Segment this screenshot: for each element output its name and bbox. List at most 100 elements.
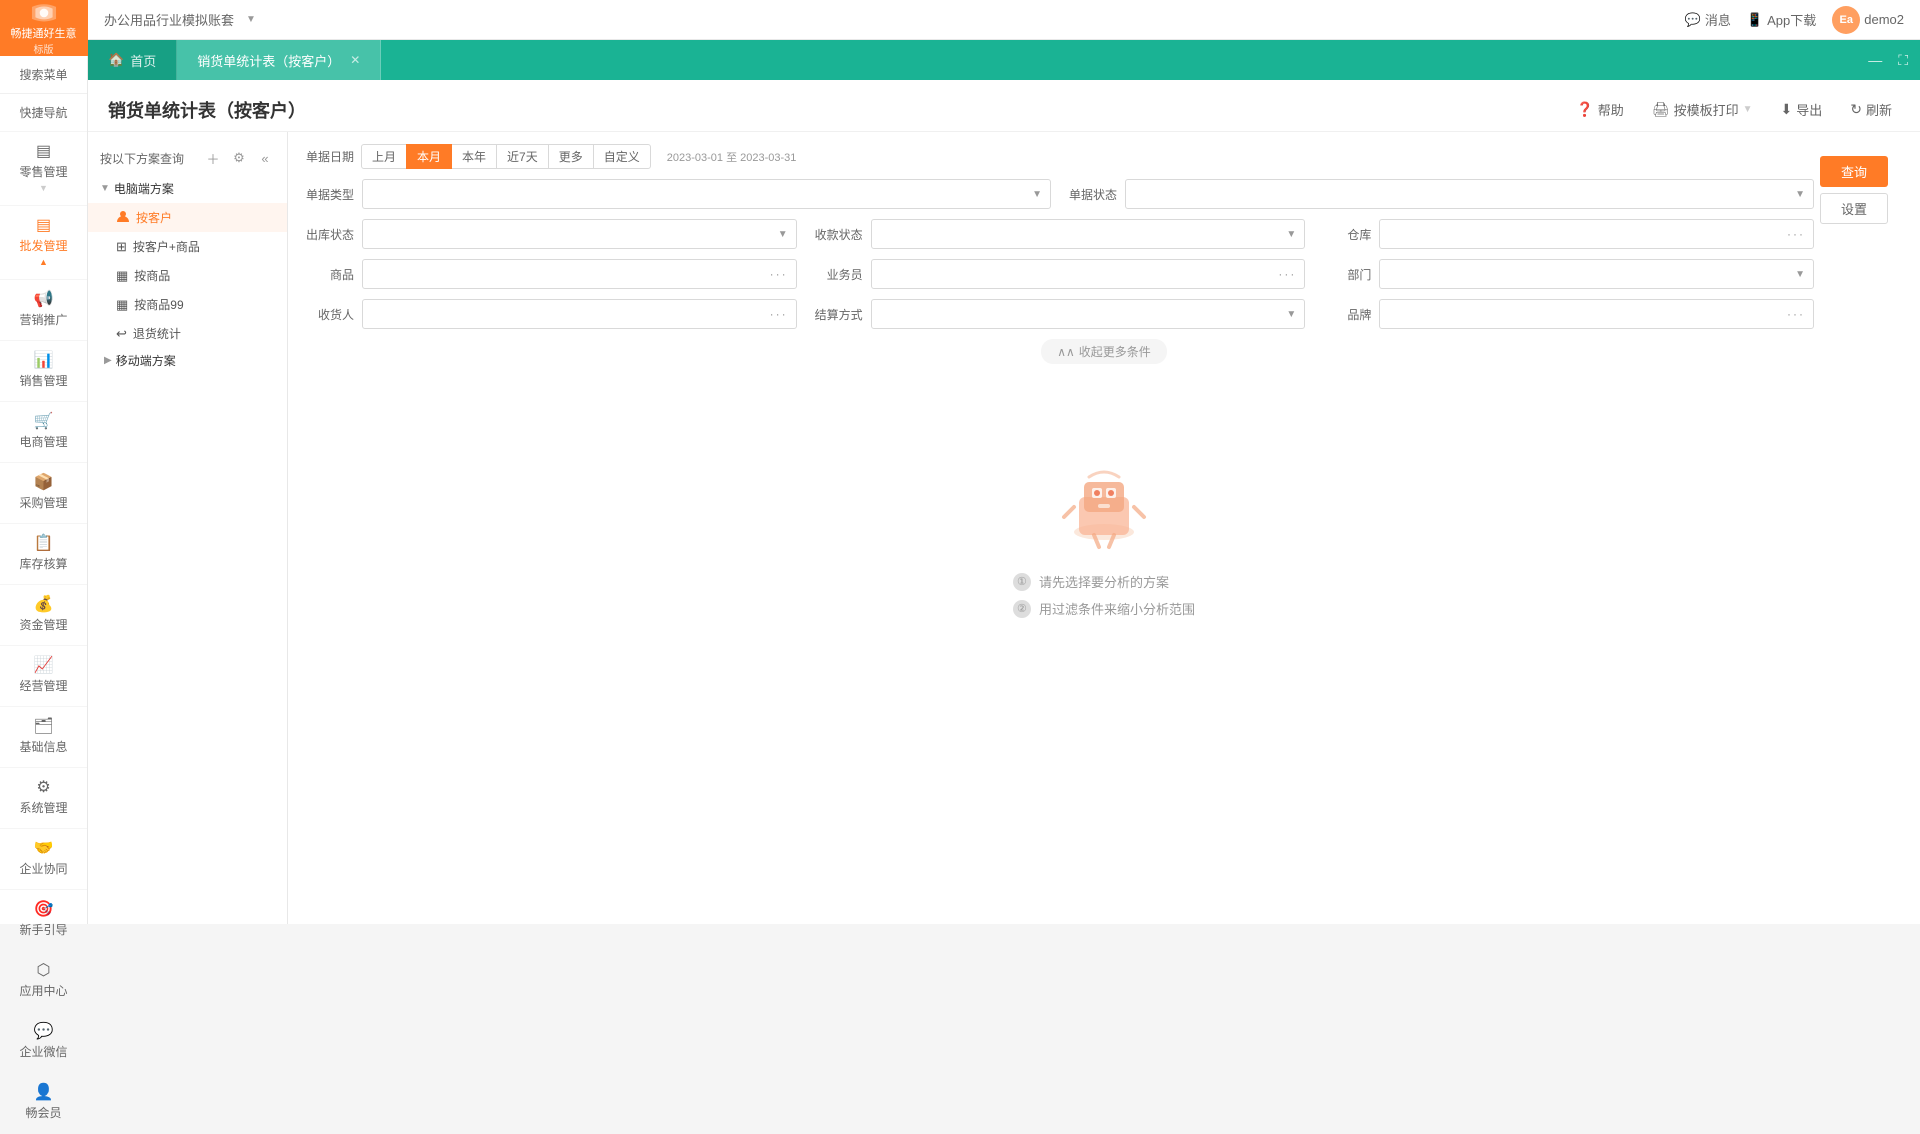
sidebar-item-retail[interactable]: ▤ 零售管理 ▼ [0, 132, 87, 206]
sidebar-item-inventory[interactable]: 📋 库存核算 [0, 524, 87, 585]
sidebar-item-basic[interactable]: 🗂 基础信息 [0, 707, 87, 768]
filter-label-receiver: 收货人 [304, 306, 354, 323]
sidebar-item-member[interactable]: 👤 畅会员 [0, 1073, 87, 1134]
date-filter-label: 单据日期 [304, 148, 354, 165]
sidebar-item-finance-label: 资金管理 [19, 616, 67, 633]
export-label: 导出 [1796, 100, 1822, 119]
scheme-item-by-product[interactable]: ▦ 按商品 [88, 261, 287, 290]
date-tab-custom[interactable]: 自定义 [593, 144, 651, 169]
refresh-btn[interactable]: ↻ 刷新 [1842, 96, 1900, 123]
sidebar-item-system[interactable]: ⚙ 系统管理 [0, 768, 87, 829]
filter-label-doc-status: 单据状态 [1067, 186, 1117, 203]
sidebar-item-purchase[interactable]: 📦 采购管理 [0, 463, 87, 524]
sidebar-item-wholesale-label: 批发管理 [19, 237, 67, 254]
sidebar-item-operations[interactable]: 📈 经营管理 [0, 646, 87, 707]
arrow-up-icon: ▲ [39, 257, 48, 267]
search-menu[interactable]: 搜索菜单 [0, 56, 87, 94]
sidebar-item-ecommerce[interactable]: 🛒 电商管理 [0, 402, 87, 463]
settings-button[interactable]: 设置 [1820, 193, 1888, 224]
filter-control-payment[interactable]: ▼ [871, 219, 1306, 249]
marketing-icon: 📢 [34, 292, 54, 308]
message-btn[interactable]: 💬 消息 [1685, 10, 1731, 29]
filter-row-1: 单据类型 ▼ 单据状态 ▼ [304, 179, 1814, 209]
receiver-dots: ··· [770, 307, 788, 321]
filter-control-settlement[interactable]: ▼ [871, 299, 1306, 329]
filter-label-department: 部门 [1321, 266, 1371, 283]
scheme-collapse-icon[interactable]: « [255, 148, 275, 168]
help-btn[interactable]: ❓ 帮助 [1568, 96, 1631, 123]
outbound-arrow: ▼ [778, 229, 788, 240]
sidebar-item-inventory-label: 库存核算 [19, 555, 67, 572]
guide-icon: 🎯 [34, 902, 54, 918]
filter-label-salesperson: 业务员 [813, 266, 863, 283]
sidebar-item-guide[interactable]: 🎯 新手引导 [0, 890, 87, 951]
action-buttons: 查询 设置 [1820, 156, 1888, 224]
sidebar-item-ecommerce-label: 电商管理 [19, 433, 67, 450]
filter-control-outbound[interactable]: ▼ [362, 219, 797, 249]
scheme-item-return-stats[interactable]: ↩ 退货统计 [88, 319, 287, 348]
inventory-icon: 📋 [34, 536, 54, 552]
category-expand-arrow: ▼ [100, 183, 110, 194]
scheme-item-product99-label: 按商品99 [134, 296, 183, 313]
tab-maximize-btn[interactable]: ⛶ [1894, 48, 1912, 73]
tab-bar-actions: — ⛶ [1864, 48, 1920, 73]
scheme-add-icon[interactable]: ＋ [203, 148, 223, 168]
product99-icon: ▦ [116, 297, 128, 313]
sidebar-item-appcenter-label: 应用中心 [19, 982, 67, 999]
scheme-category-mobile[interactable]: ▶ 移动端方案 [88, 348, 287, 373]
sidebar-item-marketing[interactable]: 📢 营销推广 [0, 280, 87, 341]
date-tab-last-month[interactable]: 上月 [361, 144, 407, 169]
tab-minimize-btn[interactable]: — [1864, 48, 1886, 72]
sidebar-item-purchase-label: 采购管理 [19, 494, 67, 511]
filter-control-warehouse[interactable]: ··· [1379, 219, 1814, 249]
date-tab-this-month[interactable]: 本月 [406, 144, 452, 169]
empty-tip-2: ② 用过滤条件来缩小分析范围 [1013, 599, 1195, 618]
customer-product-icon: ⊞ [116, 239, 127, 255]
sidebar-item-appcenter[interactable]: ⬡ 应用中心 [0, 951, 87, 1012]
home-icon: 🏠 [108, 52, 124, 68]
print-label: 按模板打印 [1674, 100, 1739, 119]
appcenter-icon: ⬡ [37, 963, 51, 979]
sidebar-item-collab[interactable]: 🤝 企业协同 [0, 829, 87, 890]
date-tab-more[interactable]: 更多 [548, 144, 594, 169]
scheme-category-pc[interactable]: ▼ 电脑端方案 [88, 174, 287, 203]
collapse-btn[interactable]: ∧∧ 收起更多条件 [1041, 339, 1167, 364]
scheme-edit-icon[interactable]: ⚙ [229, 148, 249, 168]
sidebar-item-wholesale[interactable]: ▤ 批发管理 ▲ [0, 206, 87, 280]
date-tab-this-year[interactable]: 本年 [451, 144, 497, 169]
refresh-label: 刷新 [1866, 100, 1892, 119]
tab-close-btn[interactable]: ✕ [350, 53, 360, 67]
filter-control-department[interactable]: ▼ [1379, 259, 1814, 289]
export-btn[interactable]: ⬇ 导出 [1773, 96, 1831, 123]
download-btn[interactable]: 📱 App下载 [1747, 10, 1816, 29]
filter-control-product[interactable]: ··· [362, 259, 797, 289]
operations-icon: 📈 [34, 658, 54, 674]
user-info[interactable]: Ea demo2 [1832, 6, 1904, 34]
sidebar-item-wechat[interactable]: 💬 企业微信 [0, 1012, 87, 1073]
filter-control-doc-status[interactable]: ▼ [1125, 179, 1814, 209]
scheme-item-by-product99[interactable]: ▦ 按商品99 [88, 290, 287, 319]
tip-num-2: ② [1013, 600, 1031, 618]
tab-sales-stats[interactable]: 销货单统计表（按客户） ✕ [177, 40, 381, 80]
scheme-panel: 按以下方案查询 ＋ ⚙ « ▼ 电脑端方案 [88, 132, 288, 924]
date-tab-7days[interactable]: 近7天 [496, 144, 549, 169]
tab-home[interactable]: 🏠 首页 [88, 40, 177, 80]
sidebar-item-finance[interactable]: 💰 资金管理 [0, 585, 87, 646]
tab-home-label: 首页 [130, 51, 156, 70]
filter-item-product: 商品 ··· [304, 259, 797, 289]
print-btn[interactable]: 🖨 按模板打印 ▼ [1644, 96, 1761, 123]
filter-control-doc-type[interactable]: ▼ [362, 179, 1051, 209]
filter-control-salesperson[interactable]: ··· [871, 259, 1306, 289]
header-dropdown-arrow[interactable]: ▼ [246, 14, 256, 25]
quick-nav[interactable]: 快捷导航 [0, 94, 87, 132]
query-button[interactable]: 查询 [1820, 156, 1888, 187]
help-label: 帮助 [1598, 100, 1624, 119]
filter-control-receiver[interactable]: ··· [362, 299, 797, 329]
ecommerce-icon: 🛒 [34, 414, 54, 430]
scheme-item-customer-product[interactable]: ⊞ 按客户+商品 [88, 232, 287, 261]
filter-control-brand[interactable]: ··· [1379, 299, 1814, 329]
filter-label-brand: 品牌 [1321, 306, 1371, 323]
scheme-item-by-customer[interactable]: 按客户 [88, 203, 287, 232]
sidebar-item-sales[interactable]: 📊 销售管理 [0, 341, 87, 402]
filter-item-warehouse: 仓库 ··· [1321, 219, 1814, 249]
